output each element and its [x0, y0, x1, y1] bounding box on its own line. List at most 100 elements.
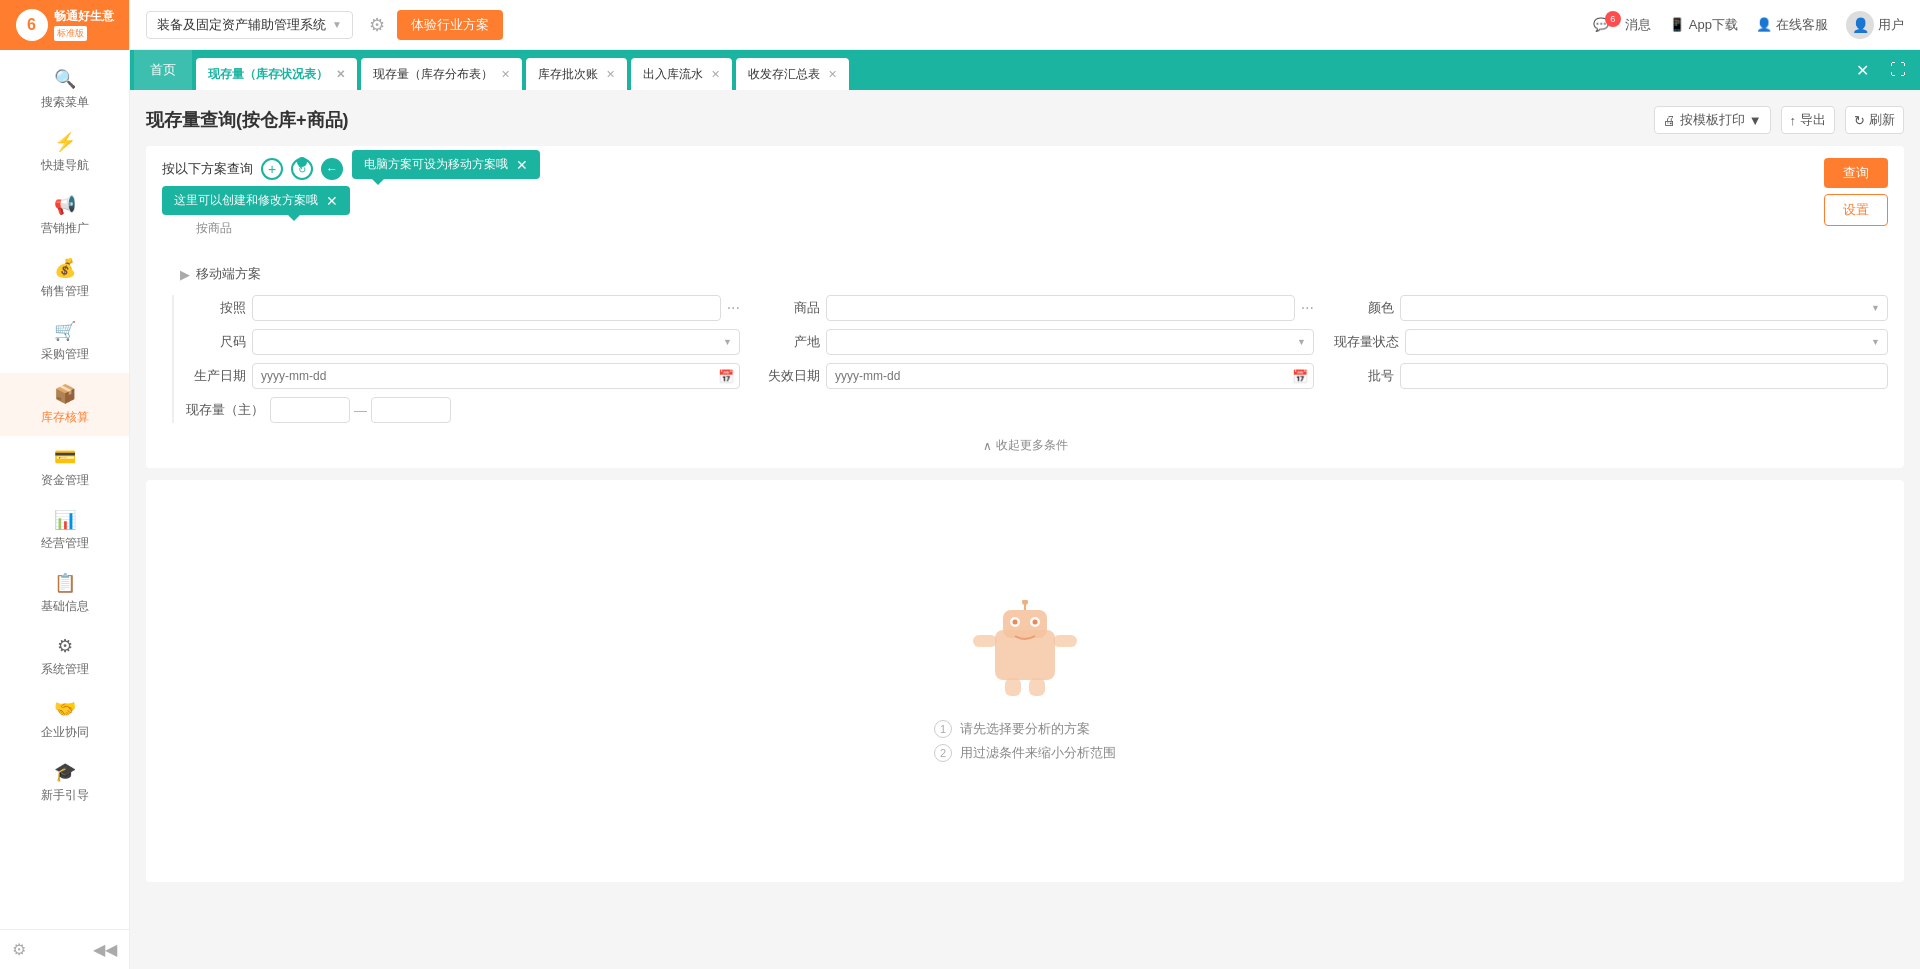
filter-warehouse-input[interactable]	[252, 295, 721, 321]
filter-stock-qty-sep: —	[354, 403, 367, 418]
filter-batch-label: 批号	[1334, 367, 1394, 385]
dot-indicator	[297, 157, 307, 167]
sidebar-label-operations: 经营管理	[41, 535, 89, 552]
tab-inventory-dist[interactable]: 现存量（库存分布表） ✕	[361, 58, 522, 90]
filter-expire-date-input[interactable]	[826, 363, 1314, 389]
sidebar-item-system[interactable]: ⚙ 系统管理	[0, 625, 129, 688]
filter-field-produce-date: 生产日期	[186, 363, 740, 389]
message-btn[interactable]: 💬 6 消息	[1593, 16, 1651, 34]
tab-receive-send[interactable]: 收发存汇总表 ✕	[736, 58, 849, 90]
filter-warehouse-label: 按照	[186, 299, 246, 317]
filter-origin-select[interactable]	[826, 329, 1314, 355]
filter-color-select-wrap	[1400, 295, 1888, 321]
empty-illustration	[965, 600, 1085, 700]
tab-home-label: 首页	[150, 61, 176, 79]
tab-receive-send-label: 收发存汇总表	[748, 66, 820, 83]
filter-size-select[interactable]	[252, 329, 740, 355]
filter-circle-btn[interactable]: ↻	[291, 158, 313, 180]
filter-panel: 查询 设置 按以下方案查询 + ↻ ← 电脑方案可设为移动方案哦 ✕	[146, 146, 1904, 468]
filter-origin-label: 产地	[760, 333, 820, 351]
filter-back-btn[interactable]: ←	[321, 158, 343, 180]
filter-warehouse-dots[interactable]: ···	[727, 299, 740, 317]
content: 现存量查询(按仓库+商品) 🖨 按模板打印 ▼ ↑ 导出 ↻ 刷新	[130, 90, 1920, 969]
collapse-bar[interactable]: ∧ 收起更多条件	[162, 431, 1888, 456]
sidebar-item-marketing[interactable]: 📢 营销推广	[0, 184, 129, 247]
tabbar: 首页 现存量（库存状况表） ✕ 现存量（库存分布表） ✕ 库存批次账 ✕ 出入库…	[130, 50, 1920, 90]
basic-icon: 📋	[54, 572, 76, 594]
sidebar-label-basic: 基础信息	[41, 598, 89, 615]
tooltip-create-close[interactable]: ✕	[326, 193, 338, 209]
user-avatar: 👤	[1846, 11, 1874, 39]
app-download-btn[interactable]: 📱 App下载	[1669, 16, 1738, 34]
enterprise-icon: 🤝	[54, 698, 76, 720]
sidebar-item-finance[interactable]: 💳 资金管理	[0, 436, 129, 499]
tab-home[interactable]: 首页	[134, 50, 192, 90]
sidebar-item-guide[interactable]: 🎓 新手引导	[0, 751, 129, 814]
sidebar-item-sales[interactable]: 💰 销售管理	[0, 247, 129, 310]
sidebar-item-basic[interactable]: 📋 基础信息	[0, 562, 129, 625]
filter-add-btn[interactable]: +	[261, 158, 283, 180]
user-btn[interactable]: 👤 用户	[1846, 11, 1904, 39]
tab-inventory-status-close[interactable]: ✕	[336, 68, 345, 81]
tab-inventory-dist-close[interactable]: ✕	[501, 68, 510, 81]
empty-state-container: 1 请先选择要分析的方案 2 用过滤条件来缩小分析范围	[146, 480, 1904, 882]
sidebar-item-quick[interactable]: ⚡ 快捷导航	[0, 121, 129, 184]
filter-stock-qty-max[interactable]	[371, 397, 451, 423]
print-btn[interactable]: 🖨 按模板打印 ▼	[1654, 106, 1771, 134]
filter-batch-input[interactable]	[1400, 363, 1888, 389]
sidebar-logo: 6 畅通好生意 标准版	[0, 0, 129, 50]
filter-field-size: 尺码	[186, 329, 740, 355]
tab-inventory-status[interactable]: 现存量（库存状况表） ✕	[196, 58, 357, 90]
scheme-pc-sub[interactable]: 按商品	[172, 216, 1888, 241]
tab-inventory-status-label: 现存量（库存状况表）	[208, 66, 328, 83]
tab-close-all-btn[interactable]: ✕	[1848, 56, 1876, 84]
scheme-mobile[interactable]: ▶ 移动端方案	[172, 261, 1888, 287]
settings-gear-icon[interactable]: ⚙	[369, 14, 385, 36]
empty-hint-1: 1 请先选择要分析的方案	[934, 720, 1116, 738]
refresh-label: 刷新	[1869, 111, 1895, 129]
system-selector[interactable]: 装备及固定资产辅助管理系统 ▼	[146, 11, 353, 39]
tab-in-out-flow[interactable]: 出入库流水 ✕	[631, 58, 732, 90]
filter-stock-qty-min[interactable]	[270, 397, 350, 423]
scheme-pc[interactable]: ▶ 电脑端方案	[172, 190, 1888, 216]
sidebar-label-system: 系统管理	[41, 661, 89, 678]
filter-goods-dots[interactable]: ···	[1301, 299, 1314, 317]
tab-in-out-flow-close[interactable]: ✕	[711, 68, 720, 81]
collapse-sidebar-icon[interactable]: ◀◀	[93, 940, 117, 959]
tab-receive-send-close[interactable]: ✕	[828, 68, 837, 81]
service-btn[interactable]: 👤 在线客服	[1756, 16, 1828, 34]
export-btn[interactable]: ↑ 导出	[1781, 106, 1836, 134]
filter-produce-date-label: 生产日期	[186, 367, 246, 385]
sidebar-nav: 🔍 搜索菜单 ⚡ 快捷导航 📢 营销推广 💰 销售管理 🛒 采购管理 📦 库存核…	[0, 50, 129, 929]
tooltip-scheme-close[interactable]: ✕	[516, 157, 528, 173]
tab-inventory-dist-label: 现存量（库存分布表）	[373, 66, 493, 83]
sidebar-item-operations[interactable]: 📊 经营管理	[0, 499, 129, 562]
filter-size-select-wrap	[252, 329, 740, 355]
industry-btn[interactable]: 体验行业方案	[397, 10, 503, 40]
filter-stock-status-select[interactable]	[1405, 329, 1888, 355]
tab-batch-account-close[interactable]: ✕	[606, 68, 615, 81]
sidebar-label-purchase: 采购管理	[41, 346, 89, 363]
filter-stock-qty-range: —	[270, 397, 740, 423]
settings-icon[interactable]: ⚙	[12, 940, 26, 959]
tab-batch-account[interactable]: 库存批次账 ✕	[526, 58, 627, 90]
sidebar-item-enterprise[interactable]: 🤝 企业协同	[0, 688, 129, 751]
filter-goods-input[interactable]	[826, 295, 1295, 321]
tab-fullscreen-btn[interactable]: ⛶	[1884, 56, 1912, 84]
refresh-btn[interactable]: ↻ 刷新	[1845, 106, 1904, 134]
sidebar-label-marketing: 营销推广	[41, 220, 89, 237]
filter-origin-select-wrap	[826, 329, 1314, 355]
app-download-label: App下载	[1689, 16, 1738, 34]
topbar: 装备及固定资产辅助管理系统 ▼ ⚙ 体验行业方案 💬 6 消息 📱 App下载 …	[130, 0, 1920, 50]
sidebar-item-inventory[interactable]: 📦 库存核算	[0, 373, 129, 436]
filter-header-area: 按以下方案查询 + ↻ ← 电脑方案可设为移动方案哦 ✕ ▶	[162, 158, 1888, 287]
export-icon: ↑	[1790, 113, 1797, 128]
tab-in-out-flow-label: 出入库流水	[643, 66, 703, 83]
hint-num-1: 1	[934, 720, 952, 738]
svg-point-4	[1013, 620, 1018, 625]
filter-color-select[interactable]	[1400, 295, 1888, 321]
sidebar-item-purchase[interactable]: 🛒 采购管理	[0, 310, 129, 373]
sidebar-item-search[interactable]: 🔍 搜索菜单	[0, 58, 129, 121]
user-label: 用户	[1878, 16, 1904, 34]
filter-produce-date-input[interactable]	[252, 363, 740, 389]
